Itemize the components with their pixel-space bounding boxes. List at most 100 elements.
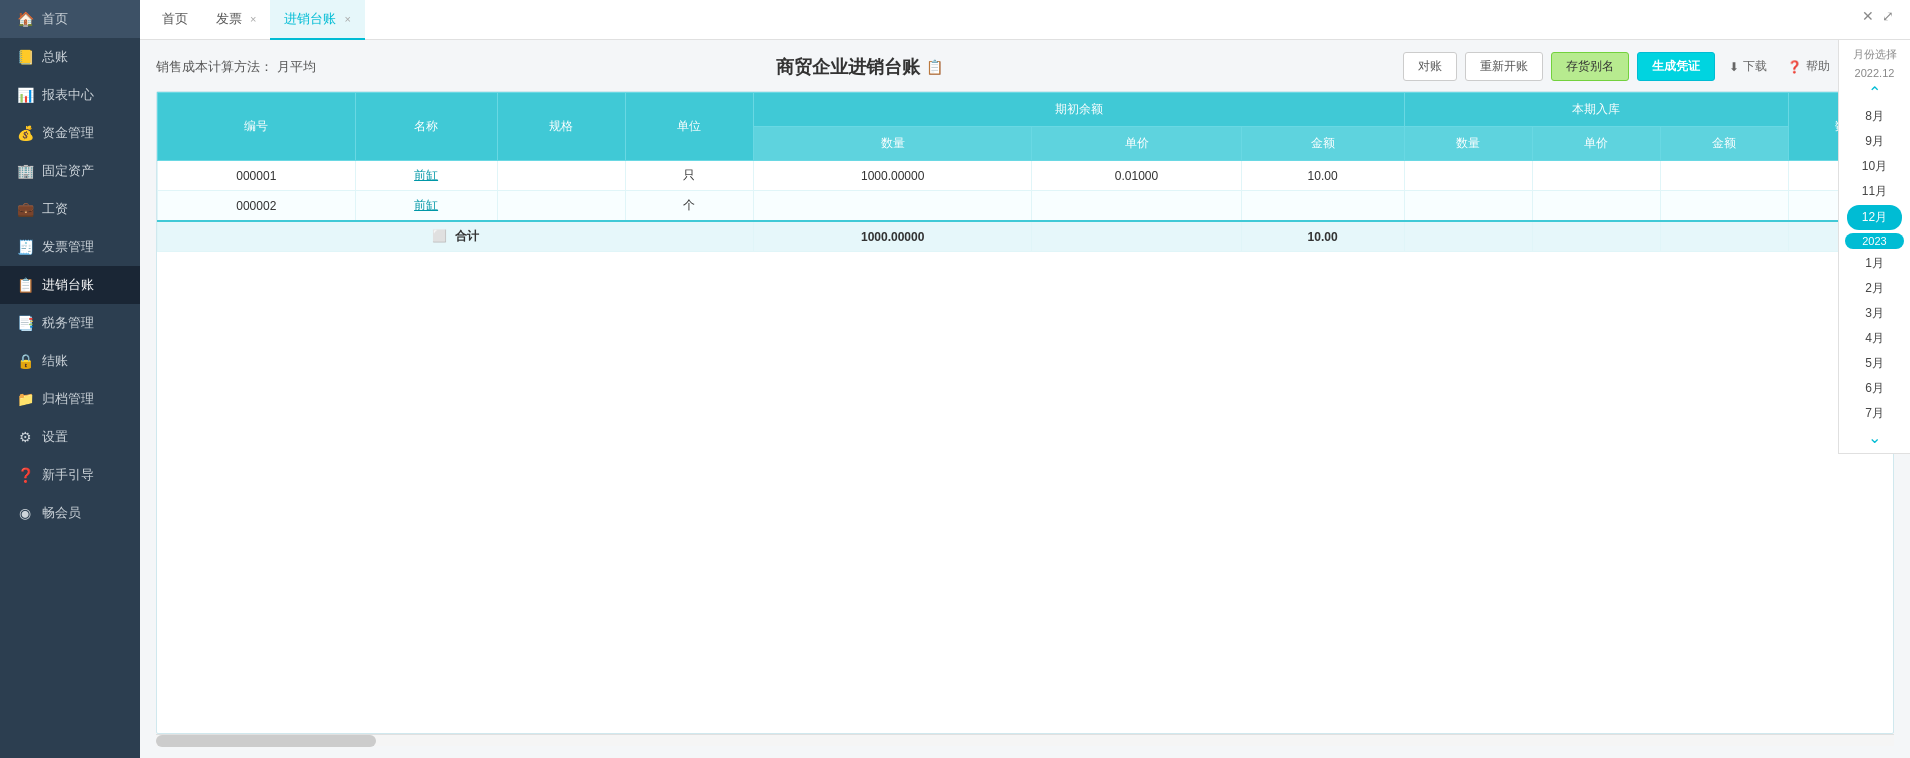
col-in-price: 单价: [1532, 127, 1660, 161]
month-scroll-up[interactable]: ⌃: [1866, 81, 1883, 104]
sidebar-item-assets[interactable]: 🏢 固定资产: [0, 152, 140, 190]
table-row: 000001 前缸 只 1000.00000 0.01000 10.00: [158, 161, 1893, 191]
cell-opening-price: 0.01000: [1032, 161, 1241, 191]
reports-icon: 📊: [16, 87, 34, 103]
total-in-qty: [1404, 221, 1532, 252]
sidebar-item-tax[interactable]: 📑 税务管理: [0, 304, 140, 342]
help-icon: ❓: [1787, 60, 1802, 74]
month-item-2[interactable]: 2月: [1839, 276, 1910, 301]
tab-purchase-sale-label: 进销台账: [284, 10, 336, 28]
sidebar-item-settings[interactable]: ⚙ 设置: [0, 418, 140, 456]
sidebar-item-label: 税务管理: [42, 314, 94, 332]
tab-invoice[interactable]: 发票 ×: [202, 0, 270, 40]
toolbar: 对账 重新开账 存货别名 生成凭证 ⬇ 下载 ❓ 帮助 ↻ 刷新: [1403, 52, 1894, 81]
month-item-5[interactable]: 5月: [1839, 351, 1910, 376]
sidebar-item-label: 报表中心: [42, 86, 94, 104]
month-selector-panel: 月份选择 2022.12 ⌃ 8月 9月 10月 11月 12月 2023 1月…: [1838, 40, 1910, 454]
reopen-button[interactable]: 重新开账: [1465, 52, 1543, 81]
tax-icon: 📑: [16, 315, 34, 331]
name-link[interactable]: 前缸: [414, 198, 438, 212]
month-scroll-down[interactable]: ⌄: [1866, 426, 1883, 449]
title-text: 商贸企业进销台账: [776, 55, 920, 79]
window-close-button[interactable]: ✕: [1862, 8, 1874, 24]
month-item-1[interactable]: 1月: [1839, 251, 1910, 276]
col-id: 编号: [158, 93, 356, 161]
cell-in-amount: [1660, 161, 1788, 191]
total-icon: ⬜: [432, 229, 447, 243]
sidebar-item-label: 首页: [42, 10, 68, 28]
col-name: 名称: [355, 93, 497, 161]
generate-voucher-button[interactable]: 生成凭证: [1637, 52, 1715, 81]
help-button[interactable]: ❓ 帮助: [1781, 54, 1836, 79]
horizontal-scrollbar[interactable]: [156, 734, 1894, 746]
month-item-3[interactable]: 3月: [1839, 301, 1910, 326]
assets-icon: 🏢: [16, 163, 34, 179]
month-item-4[interactable]: 4月: [1839, 326, 1910, 351]
main-area: 首页 发票 × 进销台账 × ✕ ⤢ 销售成本计算方法： 月平均 商贸企业进销台…: [140, 0, 1910, 758]
download-button[interactable]: ⬇ 下载: [1723, 54, 1773, 79]
col-spec: 规格: [497, 93, 625, 161]
scroll-thumb[interactable]: [156, 735, 376, 747]
col-in-amount: 金额: [1660, 127, 1788, 161]
month-item-12[interactable]: 12月: [1847, 205, 1902, 230]
sidebar-item-funds[interactable]: 💰 资金管理: [0, 114, 140, 152]
total-in-price: [1532, 221, 1660, 252]
cell-id: 000001: [158, 161, 356, 191]
cell-in-qty: [1404, 161, 1532, 191]
total-row: ⬜ 合计 1000.00000 10.00: [158, 221, 1893, 252]
guide-icon: ❓: [16, 467, 34, 483]
cell-unit: 个: [625, 191, 753, 222]
tab-invoice-close[interactable]: ×: [250, 13, 256, 25]
tab-bar: 首页 发票 × 进销台账 × ✕ ⤢: [140, 0, 1910, 40]
month-selector-title: 月份选择: [1849, 44, 1901, 65]
settings-icon: ⚙: [16, 429, 34, 445]
sidebar-item-label: 畅会员: [42, 504, 81, 522]
sidebar-item-label: 资金管理: [42, 124, 94, 142]
sidebar-item-wages[interactable]: 💼 工资: [0, 190, 140, 228]
month-item-9[interactable]: 9月: [1839, 129, 1910, 154]
tab-invoice-label: 发票: [216, 10, 242, 28]
cell-spec: [497, 161, 625, 191]
save-alias-button[interactable]: 存货别名: [1551, 52, 1629, 81]
cell-in-price: [1532, 161, 1660, 191]
name-link[interactable]: 前缸: [414, 168, 438, 182]
col-opening-qty: 数量: [753, 127, 1032, 161]
sidebar-item-guide[interactable]: ❓ 新手引导: [0, 456, 140, 494]
col-opening-amount: 金额: [1241, 127, 1404, 161]
tab-home[interactable]: 首页: [148, 0, 202, 40]
month-item-10[interactable]: 10月: [1839, 154, 1910, 179]
total-in-amount: [1660, 221, 1788, 252]
sidebar-item-member[interactable]: ◉ 畅会员: [0, 494, 140, 532]
reconcile-button[interactable]: 对账: [1403, 52, 1457, 81]
sidebar-item-label: 工资: [42, 200, 68, 218]
month-item-6[interactable]: 6月: [1839, 376, 1910, 401]
sidebar-item-close[interactable]: 🔒 结账: [0, 342, 140, 380]
archive-icon: 📁: [16, 391, 34, 407]
tab-purchase-sale-close[interactable]: ×: [344, 13, 350, 25]
cell-name: 前缸: [355, 161, 497, 191]
cell-opening-qty: [753, 191, 1032, 222]
cell-spec: [497, 191, 625, 222]
total-opening-amount: 10.00: [1241, 221, 1404, 252]
tab-purchase-sale[interactable]: 进销台账 ×: [270, 0, 364, 40]
month-item-8[interactable]: 8月: [1839, 104, 1910, 129]
sidebar-item-label: 设置: [42, 428, 68, 446]
sidebar-item-ledger[interactable]: 📒 总账: [0, 38, 140, 76]
sidebar-item-reports[interactable]: 📊 报表中心: [0, 76, 140, 114]
cell-in-amount: [1660, 191, 1788, 222]
total-opening-qty: 1000.00000: [753, 221, 1032, 252]
sidebar-item-invoice-mgmt[interactable]: 🧾 发票管理: [0, 228, 140, 266]
sidebar-item-archive[interactable]: 📁 归档管理: [0, 380, 140, 418]
sidebar-item-purchase-sale[interactable]: 📋 进销台账: [0, 266, 140, 304]
sidebar-item-home[interactable]: 🏠 首页: [0, 0, 140, 38]
cell-unit: 只: [625, 161, 753, 191]
invoice-mgmt-icon: 🧾: [16, 239, 34, 255]
table-header-row: 编号 名称 规格 单位 期初余额 本期入库 数: [158, 93, 1893, 127]
cell-opening-price: [1032, 191, 1241, 222]
wages-icon: 💼: [16, 201, 34, 217]
top-bar: 销售成本计算方法： 月平均 商贸企业进销台账 📋 对账 重新开账 存货别名 生成…: [156, 52, 1894, 81]
month-item-7[interactable]: 7月: [1839, 401, 1910, 426]
month-item-11[interactable]: 11月: [1839, 179, 1910, 204]
table-row: 000002 前缸 个: [158, 191, 1893, 222]
window-maximize-button[interactable]: ⤢: [1882, 8, 1894, 24]
